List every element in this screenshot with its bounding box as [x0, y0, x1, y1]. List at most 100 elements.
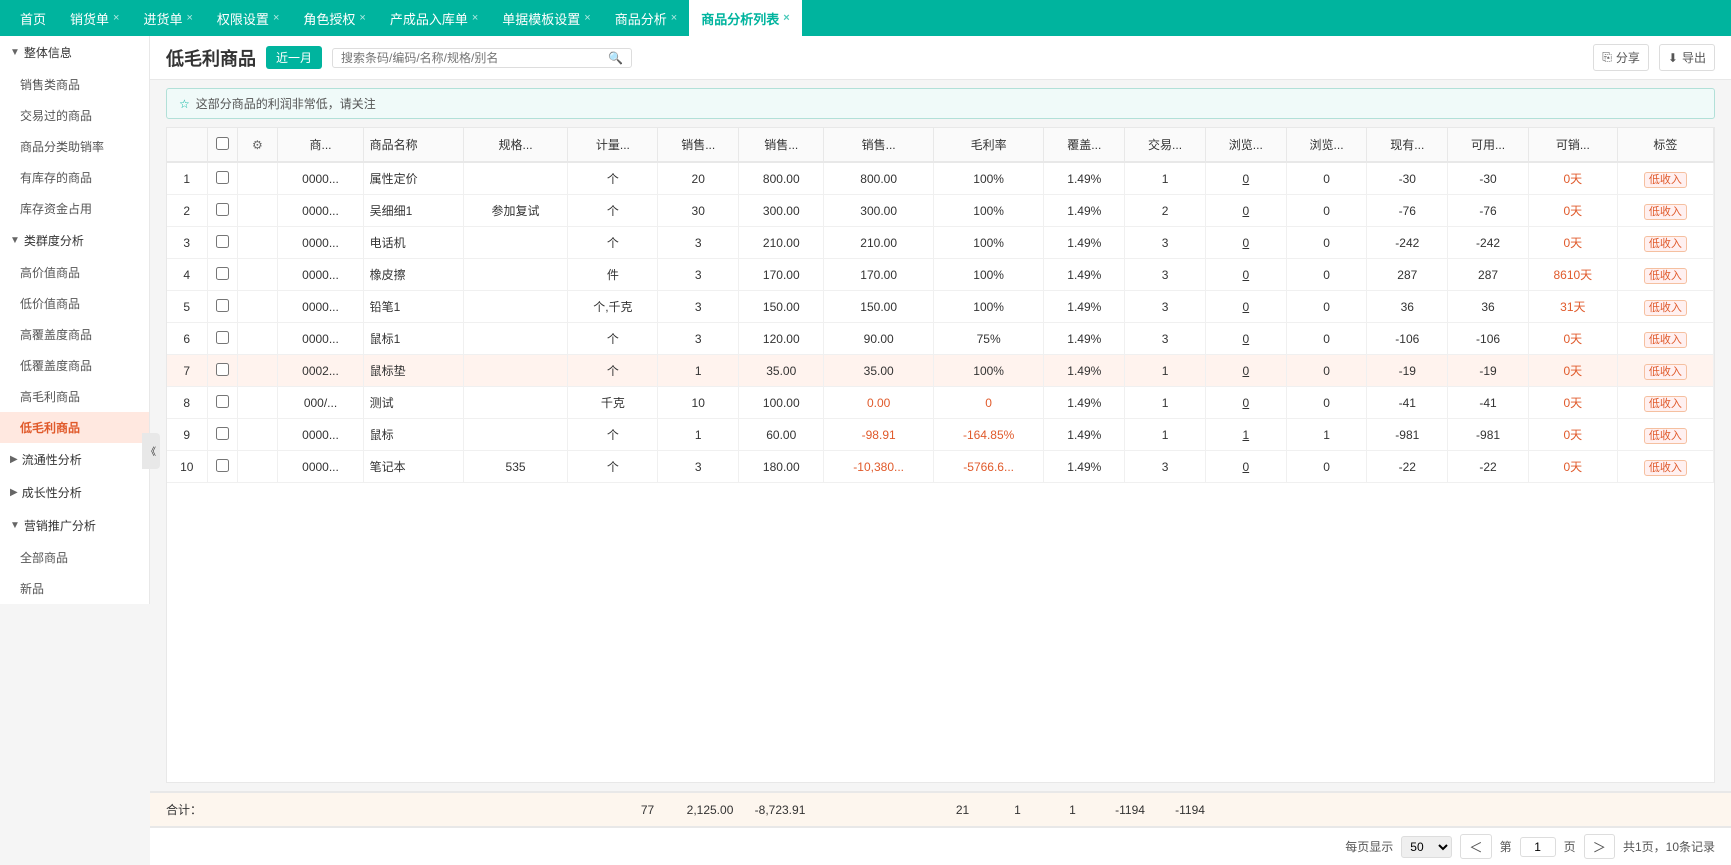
sidebar-group-circulation[interactable]: ▶ 流通性分析 — [0, 443, 149, 476]
close-icon[interactable]: × — [113, 12, 119, 24]
browse1-link[interactable]: 0 — [1242, 300, 1249, 314]
nav-sales-order[interactable]: 销货单 × — [58, 0, 131, 36]
cell-check[interactable] — [207, 259, 237, 291]
close-icon[interactable]: × — [359, 12, 365, 24]
cell-browse1[interactable]: 0 — [1205, 387, 1286, 419]
sidebar-group-overall[interactable]: ▼ 整体信息 — [0, 36, 149, 69]
cell-browse1[interactable]: 0 — [1205, 195, 1286, 227]
cell-check[interactable] — [207, 323, 237, 355]
close-icon[interactable]: × — [186, 12, 192, 24]
row-checkbox[interactable] — [216, 459, 229, 472]
row-checkbox[interactable] — [216, 363, 229, 376]
nav-home[interactable]: 首页 — [8, 0, 58, 36]
page-number-input[interactable] — [1520, 837, 1556, 857]
sidebar-item-high-margin[interactable]: 高毛利商品 — [0, 381, 149, 412]
cell-browse1[interactable]: 0 — [1205, 355, 1286, 387]
browse1-link[interactable]: 0 — [1242, 236, 1249, 250]
cell-browse1[interactable]: 0 — [1205, 323, 1286, 355]
col-header-current-stock[interactable]: 现有... — [1367, 128, 1448, 162]
cell-check[interactable] — [207, 162, 237, 195]
row-checkbox[interactable] — [216, 331, 229, 344]
browse1-link[interactable]: 0 — [1242, 364, 1249, 378]
sidebar-item-high-coverage[interactable]: 高覆盖度商品 — [0, 319, 149, 350]
sidebar-item-new-products[interactable]: 新品 — [0, 573, 149, 604]
sidebar-item-low-value[interactable]: 低价值商品 — [0, 288, 149, 319]
sidebar-group-growth[interactable]: ▶ 成长性分析 — [0, 476, 149, 509]
sidebar-group-marketing[interactable]: ▼ 营销推广分析 — [0, 509, 149, 542]
sidebar-item-low-coverage[interactable]: 低覆盖度商品 — [0, 350, 149, 381]
nav-product-analysis[interactable]: 商品分析 × — [603, 0, 689, 36]
col-header-sellable[interactable]: 可销... — [1528, 128, 1617, 162]
share-button[interactable]: ⎘ 分享 — [1593, 44, 1649, 71]
row-checkbox[interactable] — [216, 427, 229, 440]
cell-check[interactable] — [207, 227, 237, 259]
col-header-check[interactable] — [207, 128, 237, 162]
row-checkbox[interactable] — [216, 171, 229, 184]
col-header-code[interactable]: 商... — [278, 128, 363, 162]
cell-browse1[interactable]: 1 — [1205, 419, 1286, 451]
cell-check[interactable] — [207, 419, 237, 451]
col-header-sales-profit[interactable]: 销售... — [824, 128, 933, 162]
sidebar-item-category-sales-rate[interactable]: 商品分类助销率 — [0, 131, 149, 162]
cell-check[interactable] — [207, 291, 237, 323]
col-header-settings[interactable]: ⚙ — [237, 128, 278, 162]
nav-role-auth[interactable]: 角色授权 × — [291, 0, 377, 36]
cell-browse1[interactable]: 0 — [1205, 259, 1286, 291]
col-header-browse2[interactable]: 浏览... — [1286, 128, 1367, 162]
nav-finished-goods[interactable]: 产成品入库单 × — [378, 0, 490, 36]
sidebar-item-inventory-capital[interactable]: 库存资金占用 — [0, 193, 149, 224]
cell-browse1[interactable]: 0 — [1205, 227, 1286, 259]
cell-browse1[interactable]: 0 — [1205, 162, 1286, 195]
browse1-link[interactable]: 0 — [1242, 268, 1249, 282]
cell-browse1[interactable]: 0 — [1205, 291, 1286, 323]
sidebar-item-low-margin[interactable]: 低毛利商品 — [0, 412, 149, 443]
settings-icon[interactable]: ⚙ — [252, 138, 263, 152]
browse1-link[interactable]: 0 — [1242, 396, 1249, 410]
col-header-unit[interactable]: 计量... — [568, 128, 658, 162]
col-header-browse1[interactable]: 浏览... — [1205, 128, 1286, 162]
col-header-gross-rate[interactable]: 毛利率 — [933, 128, 1044, 162]
next-page-button[interactable]: ＞ — [1584, 834, 1615, 859]
close-icon[interactable]: × — [783, 12, 789, 24]
col-header-name[interactable]: 商品名称 — [363, 128, 463, 162]
close-icon[interactable]: × — [671, 12, 677, 24]
cell-browse1[interactable]: 0 — [1205, 451, 1286, 483]
browse1-link[interactable]: 0 — [1242, 332, 1249, 346]
col-header-coverage[interactable]: 覆盖... — [1044, 128, 1125, 162]
cell-check[interactable] — [207, 355, 237, 387]
close-icon[interactable]: × — [472, 12, 478, 24]
col-header-sales-price[interactable]: 销售... — [739, 128, 824, 162]
cell-check[interactable] — [207, 387, 237, 419]
sidebar-item-sales-products[interactable]: 销售类商品 — [0, 69, 149, 100]
prev-page-button[interactable]: ＜ — [1460, 834, 1491, 859]
nav-purchase-order[interactable]: 进货单 × — [131, 0, 204, 36]
cell-check[interactable] — [207, 195, 237, 227]
row-checkbox[interactable] — [216, 267, 229, 280]
row-checkbox[interactable] — [216, 395, 229, 408]
nav-product-analysis-list[interactable]: 商品分析列表 × — [689, 0, 801, 36]
date-filter-button[interactable]: 近一月 — [266, 46, 322, 69]
search-icon[interactable]: 🔍 — [608, 51, 623, 65]
browse1-link[interactable]: 0 — [1242, 204, 1249, 218]
browse1-link[interactable]: 0 — [1242, 172, 1249, 186]
col-header-available[interactable]: 可用... — [1448, 128, 1529, 162]
row-checkbox[interactable] — [216, 235, 229, 248]
browse1-link[interactable]: 0 — [1242, 460, 1249, 474]
select-all-checkbox[interactable] — [216, 137, 229, 150]
row-checkbox[interactable] — [216, 299, 229, 312]
sidebar-collapse-button[interactable]: 《 — [142, 433, 160, 469]
browse1-link[interactable]: 1 — [1242, 428, 1249, 442]
sidebar-group-cluster[interactable]: ▼ 类群度分析 — [0, 224, 149, 257]
export-button[interactable]: ⬇ 导出 — [1659, 44, 1715, 71]
cell-check[interactable] — [207, 451, 237, 483]
nav-permission-settings[interactable]: 权限设置 × — [205, 0, 291, 36]
col-header-sales-count[interactable]: 销售... — [658, 128, 739, 162]
row-checkbox[interactable] — [216, 203, 229, 216]
col-header-spec[interactable]: 规格... — [463, 128, 568, 162]
close-icon[interactable]: × — [584, 12, 590, 24]
sidebar-item-all-products[interactable]: 全部商品 — [0, 542, 149, 573]
col-header-transaction[interactable]: 交易... — [1125, 128, 1206, 162]
sidebar-item-high-value[interactable]: 高价值商品 — [0, 257, 149, 288]
sidebar-item-stocked-products[interactable]: 有库存的商品 — [0, 162, 149, 193]
close-icon[interactable]: × — [273, 12, 279, 24]
